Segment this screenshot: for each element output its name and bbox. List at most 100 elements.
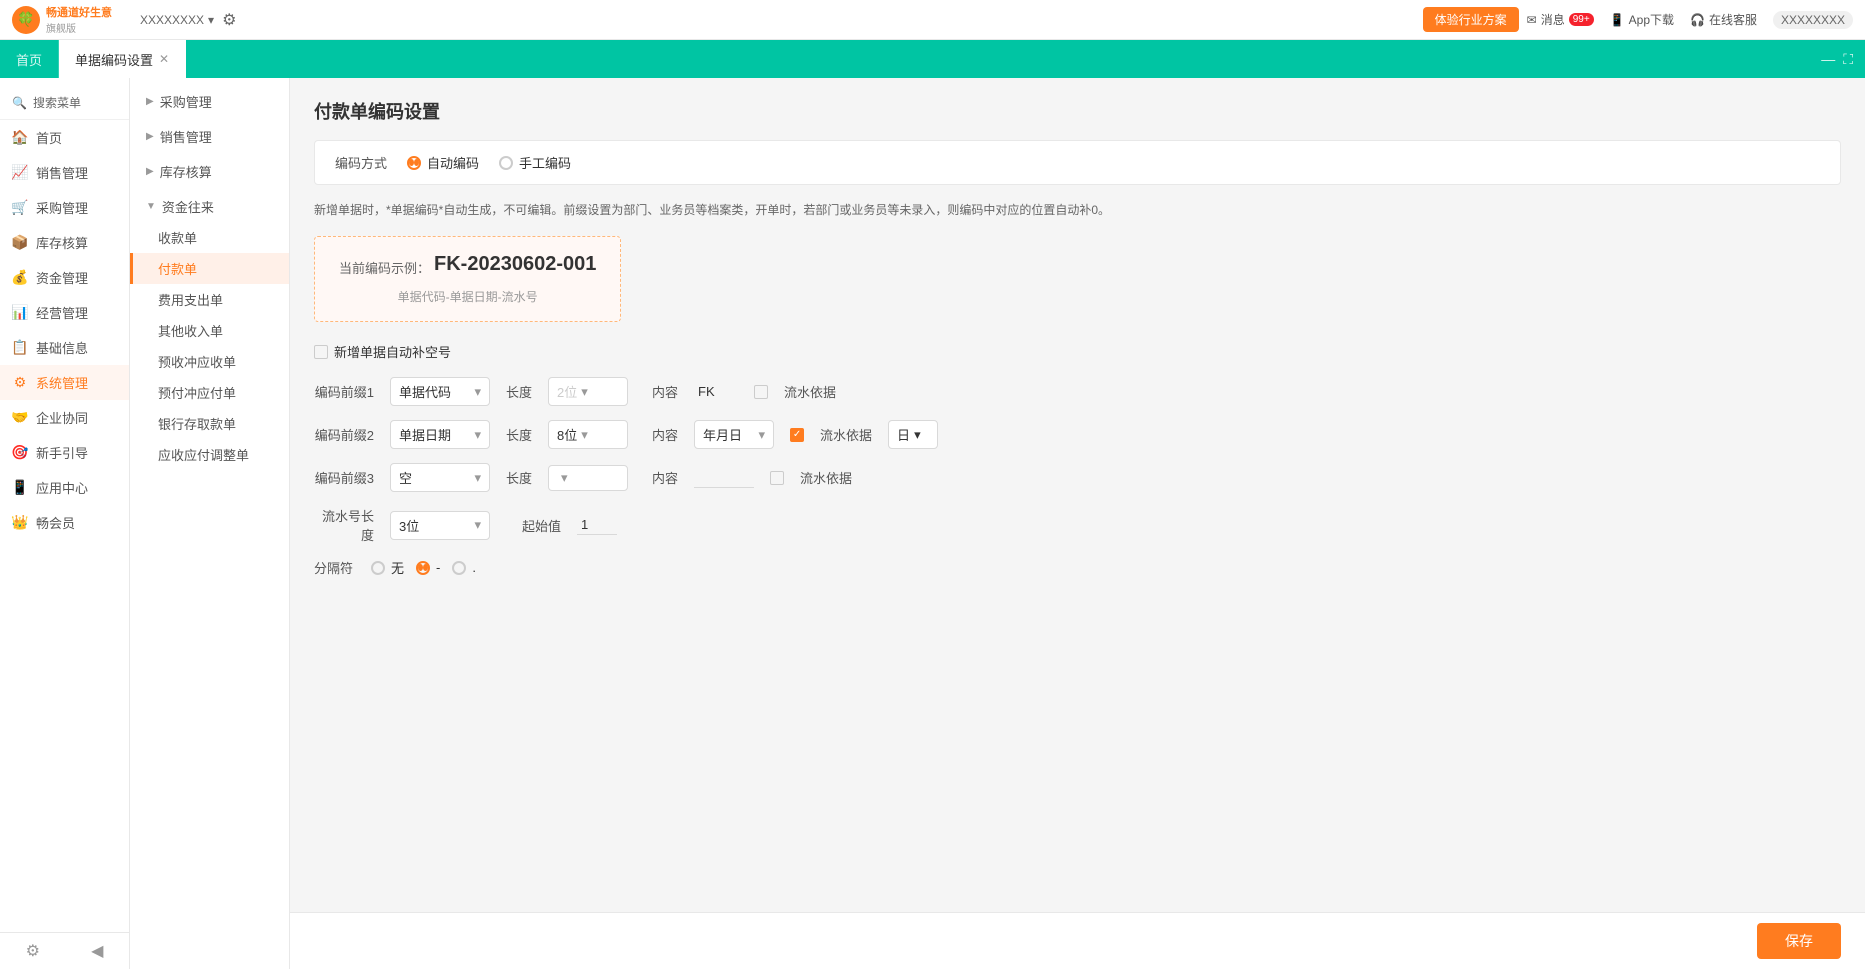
trial-button[interactable]: 体验行业方案 [1423,7,1519,32]
top-header: 🍀 畅通道好生意 旗舰版 XXXXXXXX ▾ ⚙ 体验行业方案 ✉ 消息 99… [0,0,1865,40]
sidebar-item-basics[interactable]: 📋 基础信息 [0,330,129,365]
length-select-2[interactable]: 8位 ▾ [548,420,628,449]
sidebar-label-basics: 基础信息 [36,338,88,357]
sidebar-label-enterprise: 企业协同 [36,408,88,427]
sub-item-payment[interactable]: 付款单 [130,253,289,284]
separator-label: 分隔符 [314,558,359,577]
auto-fill-checkbox-option[interactable]: 新增单据自动补空号 [314,342,1841,361]
purchase-icon: 🛒 [12,200,28,216]
company-select[interactable]: XXXXXXXX ▾ [140,13,214,27]
coding-mode-card: 编码方式 自动编码 手工编码 [314,140,1841,185]
separator-none-option[interactable]: 无 [371,558,404,577]
separator-dot-option[interactable]: . [452,560,476,575]
sub-group-sales-header[interactable]: ▶ 销售管理 [130,121,289,152]
sidebar-label-appcenter: 应用中心 [36,478,88,497]
sub-item-expense[interactable]: 费用支出单 [130,284,289,315]
sidebar-item-operations[interactable]: 📊 经营管理 [0,295,129,330]
sidebar-label-inventory: 库存核算 [36,233,88,252]
header-middle: XXXXXXXX ▾ ⚙ [140,10,1415,30]
page-title: 付款单编码设置 [314,98,1841,124]
app-download-action[interactable]: 📱 App下载 [1610,11,1674,28]
setting-rows: 编码前缀1 单据代码 ▾ 长度 2位 ▾ 内容 FK 流水依据 [314,377,1841,492]
prefix-label-2: 编码前缀2 [314,425,374,444]
settings-bottom-icon[interactable]: ⚙ [26,941,40,961]
tab-serial-setting[interactable]: 单据编码设置 ✕ [59,40,186,78]
tab-close-icon[interactable]: ✕ [159,52,169,66]
minimize-icon[interactable]: — [1821,51,1835,67]
sub-group-purchase-header[interactable]: ▶ 采购管理 [130,86,289,117]
start-value-input[interactable] [577,515,617,535]
header-right: ✉ 消息 99+ 📱 App下载 🎧 在线客服 XXXXXXXX [1527,11,1853,29]
sub-item-receipt[interactable]: 收款单 [130,222,289,253]
home-icon: 🏠 [12,130,28,146]
content-select-2[interactable]: 年月日 ▾ [694,420,774,449]
length-select-3[interactable]: ▾ [548,465,628,491]
chevron-down-icon-length1: ▾ [581,384,588,400]
sub-item-bank-deposit[interactable]: 银行存取款单 [130,408,289,439]
content-area: 付款单编码设置 编码方式 自动编码 手工编码 新增单据时，*单据编码*自动生成，… [290,78,1865,969]
prefix-select-1[interactable]: 单据代码 ▾ [390,377,490,406]
sidebar-item-appcenter[interactable]: 📱 应用中心 [0,470,129,505]
company-name: XXXXXXXX [140,13,204,27]
message-action[interactable]: ✉ 消息 99+ [1527,11,1594,28]
separator-dot-radio[interactable] [452,561,466,575]
online-service-action[interactable]: 🎧 在线客服 [1690,11,1757,28]
sub-item-ar-ap-adjust[interactable]: 应收应付调整单 [130,439,289,470]
auto-fill-checkbox[interactable] [314,345,328,359]
maximize-icon[interactable]: ⛶ [1843,51,1853,68]
sub-group-fund-header[interactable]: ▼ 资金往来 [130,191,289,222]
main-layout: 🔍 搜索菜单 🏠 首页 📈 销售管理 🛒 采购管理 📦 库存核算 💰 资 [0,78,1865,969]
length-select-1[interactable]: 2位 ▾ [548,377,628,406]
user-info[interactable]: XXXXXXXX [1773,11,1853,29]
prefix-select-3[interactable]: 空 ▾ [390,463,490,492]
settings-icon[interactable]: ⚙ [222,10,236,30]
sidebar-label-purchase: 采购管理 [36,198,88,217]
sidebar-item-enterprise[interactable]: 🤝 企业协同 [0,400,129,435]
separator-none-radio[interactable] [371,561,385,575]
tab-home[interactable]: 首页 [0,40,59,78]
sidebar-item-newguide[interactable]: 🎯 新手引导 [0,435,129,470]
prefix-select-2[interactable]: 单据日期 ▾ [390,420,490,449]
sub-group-purchase-label: 采购管理 [160,92,212,111]
day-select-2[interactable]: 日 ▾ [888,420,938,449]
separator-hyphen-option[interactable]: - [416,560,440,575]
message-icon: ✉ [1527,13,1537,27]
sidebar-label-member: 畅会员 [36,513,75,532]
sidebar-item-home[interactable]: 🏠 首页 [0,120,129,155]
collapse-sidebar-icon[interactable]: ◀ [91,941,103,961]
cascade-checkbox-2[interactable]: ✓ [790,428,804,442]
sub-group-inventory-header[interactable]: ▶ 库存核算 [130,156,289,187]
sub-group-sales: ▶ 销售管理 [130,121,289,152]
nav-tabs: 首页 单据编码设置 ✕ — ⛶ [0,40,1865,78]
sidebar-item-purchase[interactable]: 🛒 采购管理 [0,190,129,225]
sidebar-item-fund[interactable]: 💰 资金管理 [0,260,129,295]
fund-icon: 💰 [12,270,28,286]
sidebar-label-sales: 销售管理 [36,163,88,182]
sub-item-advance-collect[interactable]: 预收冲应收单 [130,346,289,377]
content-input-3[interactable] [694,468,754,488]
auto-code-radio[interactable] [407,156,421,170]
sidebar-search[interactable]: 🔍 搜索菜单 [0,86,129,120]
system-icon: ⚙ [12,375,28,391]
separator-hyphen-radio[interactable] [416,561,430,575]
serial-length-label: 流水号长度 [314,506,374,544]
message-badge: 99+ [1569,13,1594,26]
sub-item-advance-pay[interactable]: 预付冲应付单 [130,377,289,408]
manual-code-option[interactable]: 手工编码 [499,153,571,172]
sidebar-item-inventory[interactable]: 📦 库存核算 [0,225,129,260]
manual-code-radio[interactable] [499,156,513,170]
sidebar: 🔍 搜索菜单 🏠 首页 📈 销售管理 🛒 采购管理 📦 库存核算 💰 资 [0,78,130,969]
sidebar-item-member[interactable]: 👑 畅会员 [0,505,129,540]
separator-hyphen-label: - [436,560,440,575]
auto-code-option[interactable]: 自动编码 [407,153,479,172]
auto-fill-label: 新增单据自动补空号 [334,342,451,361]
sidebar-item-system[interactable]: ⚙ 系统管理 [0,365,129,400]
cascade-checkbox-3[interactable] [770,471,784,485]
save-button[interactable]: 保存 [1757,923,1841,959]
logo-text: 畅通道好生意 旗舰版 [46,4,112,35]
sidebar-item-sales[interactable]: 📈 销售管理 [0,155,129,190]
length-label-2: 长度 [506,425,532,444]
sub-item-other-income[interactable]: 其他收入单 [130,315,289,346]
cascade-checkbox-1[interactable] [754,385,768,399]
serial-length-select[interactable]: 3位 ▾ [390,511,490,540]
